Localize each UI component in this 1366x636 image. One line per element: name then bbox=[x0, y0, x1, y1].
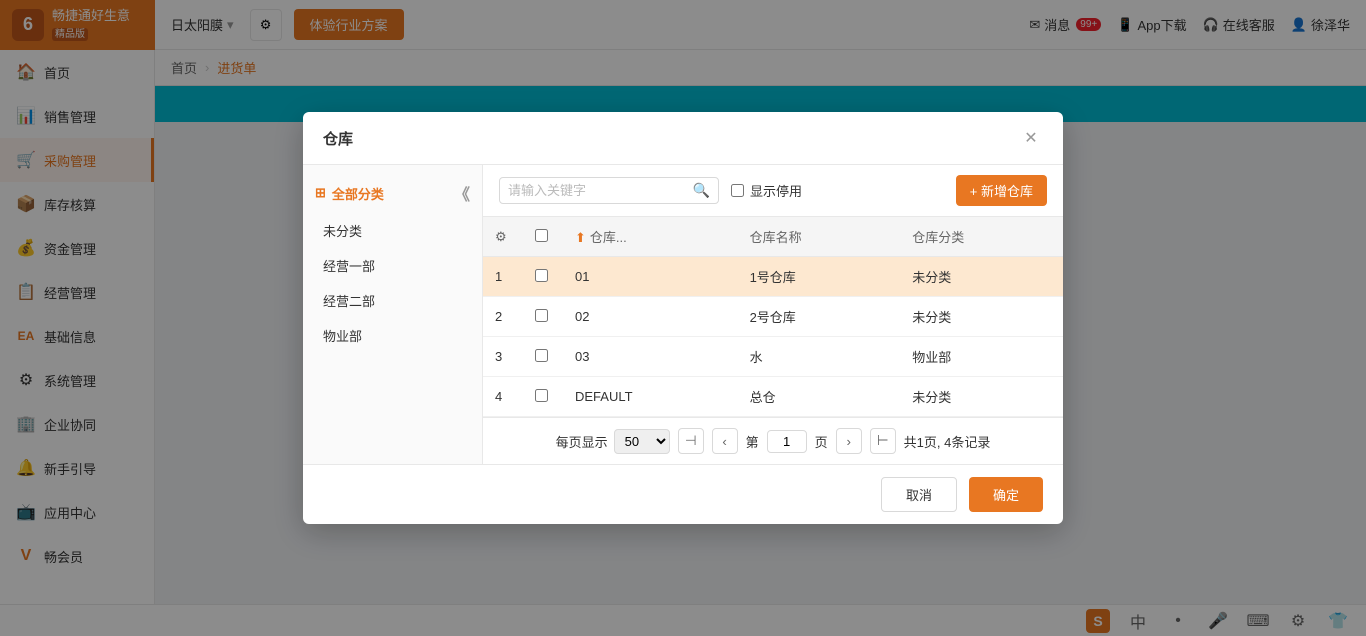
row-name-2: 2号仓库 bbox=[738, 297, 901, 337]
row-num-2: 2 bbox=[483, 297, 523, 337]
table-header-row: ⚙ ⬆仓库... 仓库名称 仓库分类 bbox=[483, 217, 1063, 257]
modal-overlay: 仓库 ✕ ⊞ 全部分类 《 未分类 经营一部 经营二部 物业部 bbox=[0, 0, 1366, 636]
cancel-button[interactable]: 取消 bbox=[881, 477, 957, 512]
page-number-input[interactable] bbox=[767, 430, 807, 453]
row-code-1: 01 bbox=[563, 257, 738, 297]
row-code-2: 02 bbox=[563, 297, 738, 337]
add-warehouse-button[interactable]: + 新增仓库 bbox=[956, 175, 1047, 206]
search-icon[interactable]: 🔍 bbox=[693, 182, 710, 199]
page-last-button[interactable]: ⊢ bbox=[870, 428, 896, 454]
row-num-4: 4 bbox=[483, 377, 523, 417]
row-checkbox-2[interactable] bbox=[523, 297, 563, 337]
page-size-selector: 每页显示 50 20 100 bbox=[556, 429, 670, 454]
settings-icon[interactable]: ⚙ bbox=[495, 229, 507, 244]
category-unclassified[interactable]: 未分类 bbox=[303, 213, 482, 248]
modal-toolbar: 🔍 显示停用 + 新增仓库 bbox=[483, 165, 1063, 217]
category-property[interactable]: 物业部 bbox=[303, 318, 482, 353]
col-code[interactable]: ⬆仓库... bbox=[563, 217, 738, 257]
warehouse-modal: 仓库 ✕ ⊞ 全部分类 《 未分类 经营一部 经营二部 物业部 bbox=[303, 112, 1063, 524]
search-box[interactable]: 🔍 bbox=[499, 177, 719, 204]
per-page-label: 每页显示 bbox=[556, 432, 608, 451]
row-checkbox-4[interactable] bbox=[523, 377, 563, 417]
page-first-button[interactable]: ⊣ bbox=[678, 428, 704, 454]
modal-footer: 取消 确定 bbox=[303, 464, 1063, 524]
col-category: 仓库分类 bbox=[900, 217, 1063, 257]
row-category-2: 未分类 bbox=[900, 297, 1063, 337]
row-checkbox-3[interactable] bbox=[523, 337, 563, 377]
modal-right-panel: 🔍 显示停用 + 新增仓库 ⚙ bbox=[483, 165, 1063, 464]
pagination: 每页显示 50 20 100 ⊣ ‹ 第 页 › ⊢ 共1页, 4条记录 bbox=[483, 417, 1063, 464]
table-row[interactable]: 3 03 水 物业部 bbox=[483, 337, 1063, 377]
row-checkbox-1[interactable] bbox=[523, 257, 563, 297]
page-next-button[interactable]: › bbox=[836, 428, 862, 454]
category-dept1[interactable]: 经营一部 bbox=[303, 248, 482, 283]
modal-title: 仓库 bbox=[323, 128, 353, 149]
row-category-1: 未分类 bbox=[900, 257, 1063, 297]
grid-icon: ⊞ bbox=[315, 185, 326, 201]
row-category-4: 未分类 bbox=[900, 377, 1063, 417]
table-row[interactable]: 2 02 2号仓库 未分类 bbox=[483, 297, 1063, 337]
page-unit: 页 bbox=[815, 432, 828, 451]
row-code-4: DEFAULT bbox=[563, 377, 738, 417]
show-disabled-label[interactable]: 显示停用 bbox=[731, 181, 802, 200]
confirm-button[interactable]: 确定 bbox=[969, 477, 1043, 512]
page-prev-button[interactable]: ‹ bbox=[712, 428, 738, 454]
table-row[interactable]: 1 01 1号仓库 未分类 bbox=[483, 257, 1063, 297]
col-checkbox bbox=[523, 217, 563, 257]
row-name-1: 1号仓库 bbox=[738, 257, 901, 297]
row-code-3: 03 bbox=[563, 337, 738, 377]
sort-icon: ⬆ bbox=[575, 230, 586, 245]
row-num-1: 1 bbox=[483, 257, 523, 297]
collapse-icon[interactable]: 《 bbox=[454, 181, 470, 205]
category-dept2[interactable]: 经营二部 bbox=[303, 283, 482, 318]
category-panel: ⊞ 全部分类 《 未分类 经营一部 经营二部 物业部 bbox=[303, 165, 483, 464]
category-header: ⊞ 全部分类 《 bbox=[303, 173, 482, 213]
search-input[interactable] bbox=[508, 183, 693, 198]
col-settings: ⚙ bbox=[483, 217, 523, 257]
show-disabled-text: 显示停用 bbox=[750, 181, 802, 200]
row-name-3: 水 bbox=[738, 337, 901, 377]
col-name: 仓库名称 bbox=[738, 217, 901, 257]
show-disabled-checkbox[interactable] bbox=[731, 184, 744, 197]
modal-body: ⊞ 全部分类 《 未分类 经营一部 经营二部 物业部 🔍 bbox=[303, 165, 1063, 464]
modal-header: 仓库 ✕ bbox=[303, 112, 1063, 165]
total-info: 共1页, 4条记录 bbox=[904, 432, 991, 451]
table-row[interactable]: 4 DEFAULT 总仓 未分类 bbox=[483, 377, 1063, 417]
per-page-select[interactable]: 50 20 100 bbox=[614, 429, 670, 454]
row-category-3: 物业部 bbox=[900, 337, 1063, 377]
modal-close-button[interactable]: ✕ bbox=[1019, 126, 1043, 150]
row-name-4: 总仓 bbox=[738, 377, 901, 417]
page-label: 第 bbox=[746, 432, 759, 451]
category-header-label: 全部分类 bbox=[332, 184, 384, 203]
row-num-3: 3 bbox=[483, 337, 523, 377]
select-all-checkbox[interactable] bbox=[535, 229, 548, 242]
warehouse-table: ⚙ ⬆仓库... 仓库名称 仓库分类 1 01 bbox=[483, 217, 1063, 417]
